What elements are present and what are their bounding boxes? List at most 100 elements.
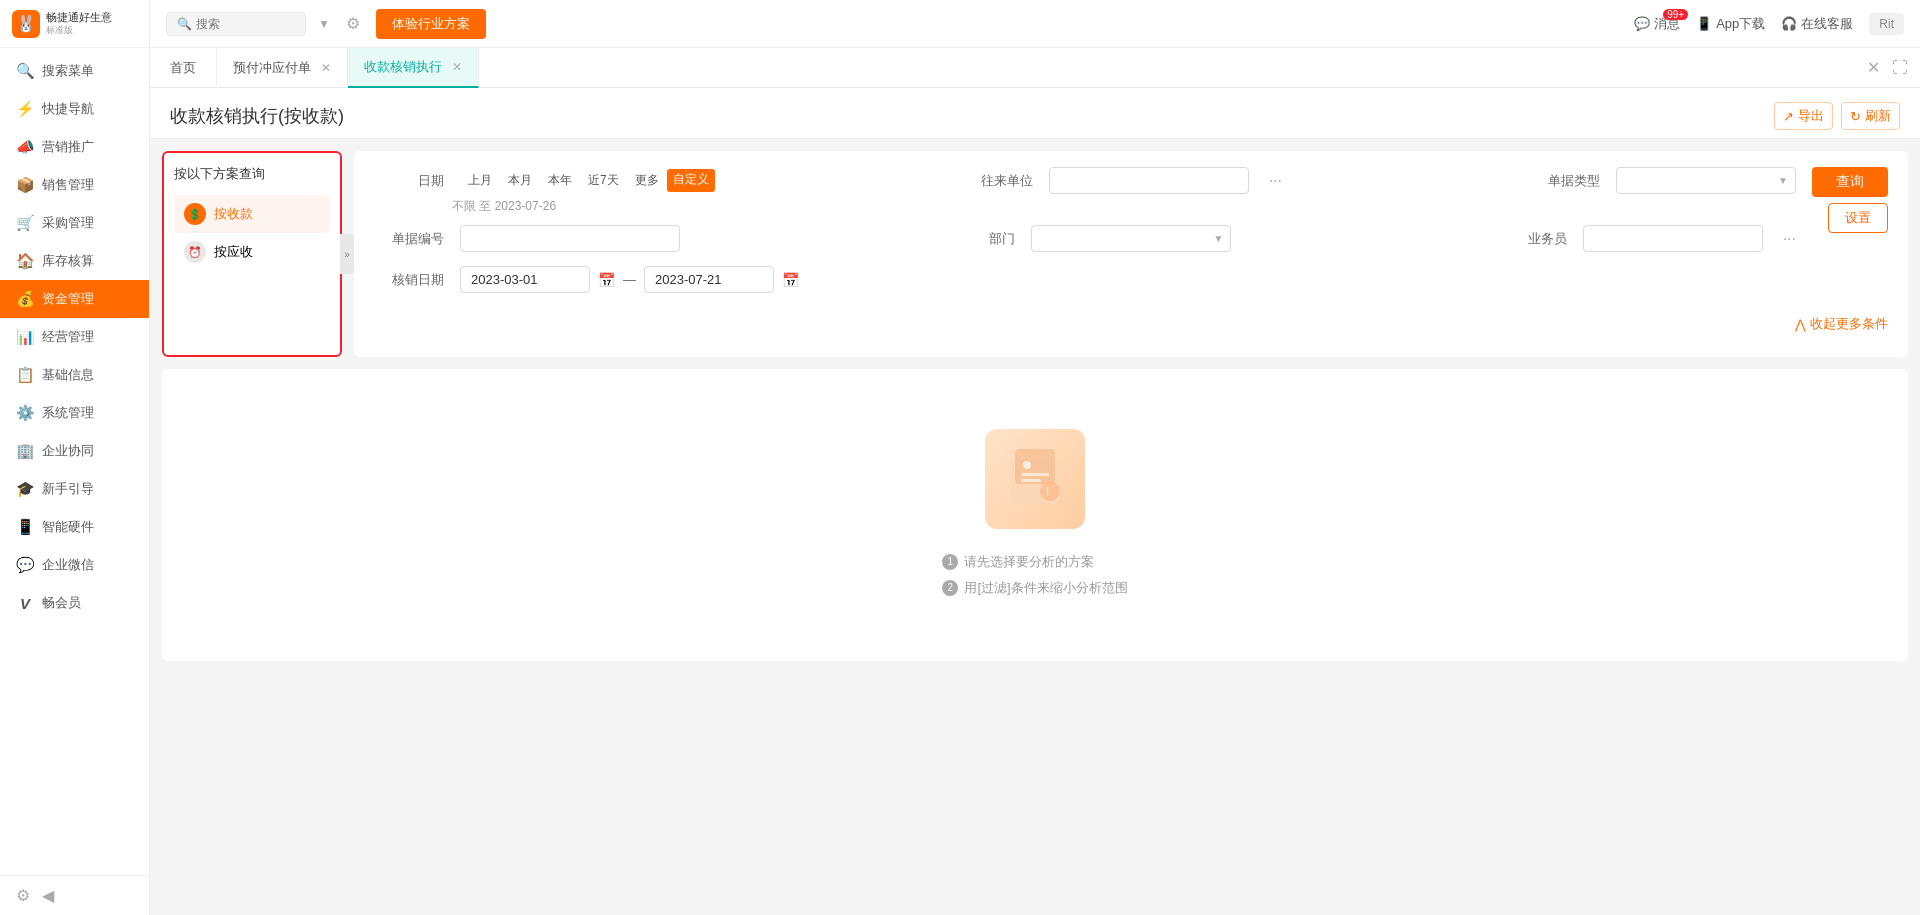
sidebar-item-system[interactable]: ⚙️ 系统管理 <box>0 394 149 432</box>
svg-point-5 <box>1040 481 1060 501</box>
verify-date-range: 📅 — 📅 <box>460 266 799 293</box>
message-badge: 99+ <box>1663 9 1688 20</box>
sidebar-item-label: 快捷导航 <box>42 100 94 118</box>
partner-label: 往来单位 <box>963 172 1033 190</box>
date-tab-last-month[interactable]: 上月 <box>460 169 500 192</box>
date-tab-this-year[interactable]: 本年 <box>540 169 580 192</box>
tip-text-1: 请先选择要分析的方案 <box>964 549 1094 575</box>
sidebar-item-search[interactable]: 🔍 搜索菜单 <box>0 52 149 90</box>
sidebar-item-basic-info[interactable]: 📋 基础信息 <box>0 356 149 394</box>
query-panel-title: 按以下方案查询 <box>174 165 330 183</box>
sidebar-item-label: 畅会员 <box>42 594 81 612</box>
logo-title: 畅捷通好生意 <box>46 10 112 24</box>
svg-text:!: ! <box>1046 485 1049 499</box>
search-input[interactable] <box>196 17 296 31</box>
date-no-limit-text: 不限 至 2023-07-26 <box>452 199 556 213</box>
tabbar: 首页 预付冲应付单 ✕ 收款核销执行 ✕ ✕ ⛶ <box>150 48 1920 88</box>
staff-label: 业务员 <box>1497 230 1567 248</box>
empty-tip-2: 2 用[过滤]条件来缩小分析范围 <box>942 575 1127 601</box>
tab-prepay-close[interactable]: ✕ <box>321 61 331 75</box>
date-custom-badge[interactable]: 自定义 <box>667 169 715 192</box>
doc-type-label: 单据类型 <box>1530 172 1600 190</box>
sales-icon: 📦 <box>16 176 34 194</box>
verify-date-start-input[interactable] <box>460 266 590 293</box>
marketing-icon: 📣 <box>16 138 34 156</box>
verify-date-start-calendar-icon[interactable]: 📅 <box>598 272 615 288</box>
sidebar-nav: 🔍 搜索菜单 ⚡ 快捷导航 📣 营销推广 📦 销售管理 🛒 采购管理 🏠 库存核… <box>0 48 149 875</box>
query-option-by-receivable[interactable]: ⏰ 按应收 <box>174 233 330 271</box>
verify-date-end-calendar-icon[interactable]: 📅 <box>782 272 799 288</box>
sidebar-item-inventory[interactable]: 🏠 库存核算 <box>0 242 149 280</box>
sidebar-item-wechat[interactable]: 💬 企业微信 <box>0 546 149 584</box>
sidebar-item-hardware[interactable]: 📱 智能硬件 <box>0 508 149 546</box>
partner-input[interactable] <box>1049 167 1249 194</box>
user-name: Rit <box>1879 17 1894 31</box>
date-tab-this-month[interactable]: 本月 <box>500 169 540 192</box>
sidebar-item-label: 营销推广 <box>42 138 94 156</box>
svg-rect-4 <box>1021 479 1041 482</box>
member-icon: V <box>16 595 34 612</box>
search-icon: 🔍 <box>16 62 34 80</box>
system-icon: ⚙️ <box>16 404 34 422</box>
sidebar-item-marketing[interactable]: 📣 营销推广 <box>0 128 149 166</box>
empty-area: ! 1 请先选择要分析的方案 2 用[过滤]条件来缩小分析范围 <box>162 369 1908 661</box>
tab-home[interactable]: 首页 <box>150 48 217 88</box>
tab-receivable[interactable]: 收款核销执行 ✕ <box>348 48 479 88</box>
doc-no-input[interactable] <box>460 225 680 252</box>
sidebar-item-label: 采购管理 <box>42 214 94 232</box>
partner-more-icon[interactable]: ··· <box>1269 172 1282 190</box>
sidebar-item-label: 基础信息 <box>42 366 94 384</box>
export-button[interactable]: ↗ 导出 <box>1774 102 1833 130</box>
more-conditions-button[interactable]: ⋀ 收起更多条件 <box>374 307 1888 341</box>
doc-type-select[interactable] <box>1616 167 1796 194</box>
filter-row-verify-date: 核销日期 📅 — 📅 <box>374 266 1796 293</box>
finance-icon: 💰 <box>16 290 34 308</box>
inventory-icon: 🏠 <box>16 252 34 270</box>
sidebar-item-member[interactable]: V 畅会员 <box>0 584 149 622</box>
query-button[interactable]: 查询 <box>1812 167 1888 197</box>
verify-date-end-input[interactable] <box>644 266 774 293</box>
staff-input[interactable] <box>1583 225 1763 252</box>
user-avatar[interactable]: Rit <box>1869 13 1904 35</box>
sidebar-item-finance[interactable]: 💰 资金管理 <box>0 280 149 318</box>
query-panel: 按以下方案查询 💲 按收款 ⏰ 按应收 » <box>162 151 342 357</box>
tab-close-all-button[interactable]: ✕ <box>1863 54 1884 81</box>
collapse-more-icon: ⋀ <box>1795 317 1806 332</box>
tab-fullscreen-button[interactable]: ⛶ <box>1888 55 1912 81</box>
content-area: 收款核销执行(按收款) ↗ 导出 ↻ 刷新 按以下方案查询 💲 <box>150 88 1920 915</box>
message-button[interactable]: 💬 消息 99+ <box>1634 15 1680 33</box>
wechat-icon: 💬 <box>16 556 34 574</box>
sidebar-item-quick-nav[interactable]: ⚡ 快捷导航 <box>0 90 149 128</box>
staff-more-icon[interactable]: ··· <box>1783 230 1796 248</box>
sidebar-item-enterprise[interactable]: 🏢 企业协同 <box>0 432 149 470</box>
date-tabs: 上月 本月 本年 近7天 更多 自定义 <box>460 169 715 192</box>
date-tab-more[interactable]: 更多 <box>627 169 667 192</box>
dept-select[interactable] <box>1031 225 1231 252</box>
query-option-by-receipt[interactable]: 💲 按收款 <box>174 195 330 233</box>
page-header-actions: ↗ 导出 ↻ 刷新 <box>1774 102 1900 130</box>
date-tab-7days[interactable]: 近7天 <box>580 169 627 192</box>
tab-prepay[interactable]: 预付冲应付单 ✕ <box>217 48 348 88</box>
sidebar-item-sales[interactable]: 📦 销售管理 <box>0 166 149 204</box>
content-body: 按以下方案查询 💲 按收款 ⏰ 按应收 » <box>150 139 1920 369</box>
app-download-button[interactable]: 📱 App下载 <box>1696 15 1765 33</box>
topbar-search-box[interactable]: 🔍 <box>166 12 306 36</box>
chevron-down-icon[interactable]: ▼ <box>318 17 330 31</box>
online-service-button[interactable]: 🎧 在线客服 <box>1781 15 1853 33</box>
more-conditions-label: 收起更多条件 <box>1810 315 1888 333</box>
tab-receivable-close[interactable]: ✕ <box>452 60 462 74</box>
settings-button[interactable]: 设置 <box>1828 203 1888 233</box>
sidebar-item-operations[interactable]: 📊 经营管理 <box>0 318 149 356</box>
collapse-icon[interactable]: ◀ <box>42 886 54 905</box>
industry-solution-button[interactable]: 体验行业方案 <box>376 9 486 39</box>
date-separator: — <box>623 272 636 287</box>
sidebar-bottom: ⚙ ◀ <box>0 875 149 915</box>
sidebar-item-purchase[interactable]: 🛒 采购管理 <box>0 204 149 242</box>
panel-collapse-button[interactable]: » <box>340 234 354 274</box>
settings-bottom-icon[interactable]: ⚙ <box>16 886 30 905</box>
sidebar-item-label: 经营管理 <box>42 328 94 346</box>
sidebar-item-guide[interactable]: 🎓 新手引导 <box>0 470 149 508</box>
refresh-button[interactable]: ↻ 刷新 <box>1841 102 1900 130</box>
export-icon: ↗ <box>1783 109 1794 124</box>
gear-icon[interactable]: ⚙ <box>346 14 360 33</box>
